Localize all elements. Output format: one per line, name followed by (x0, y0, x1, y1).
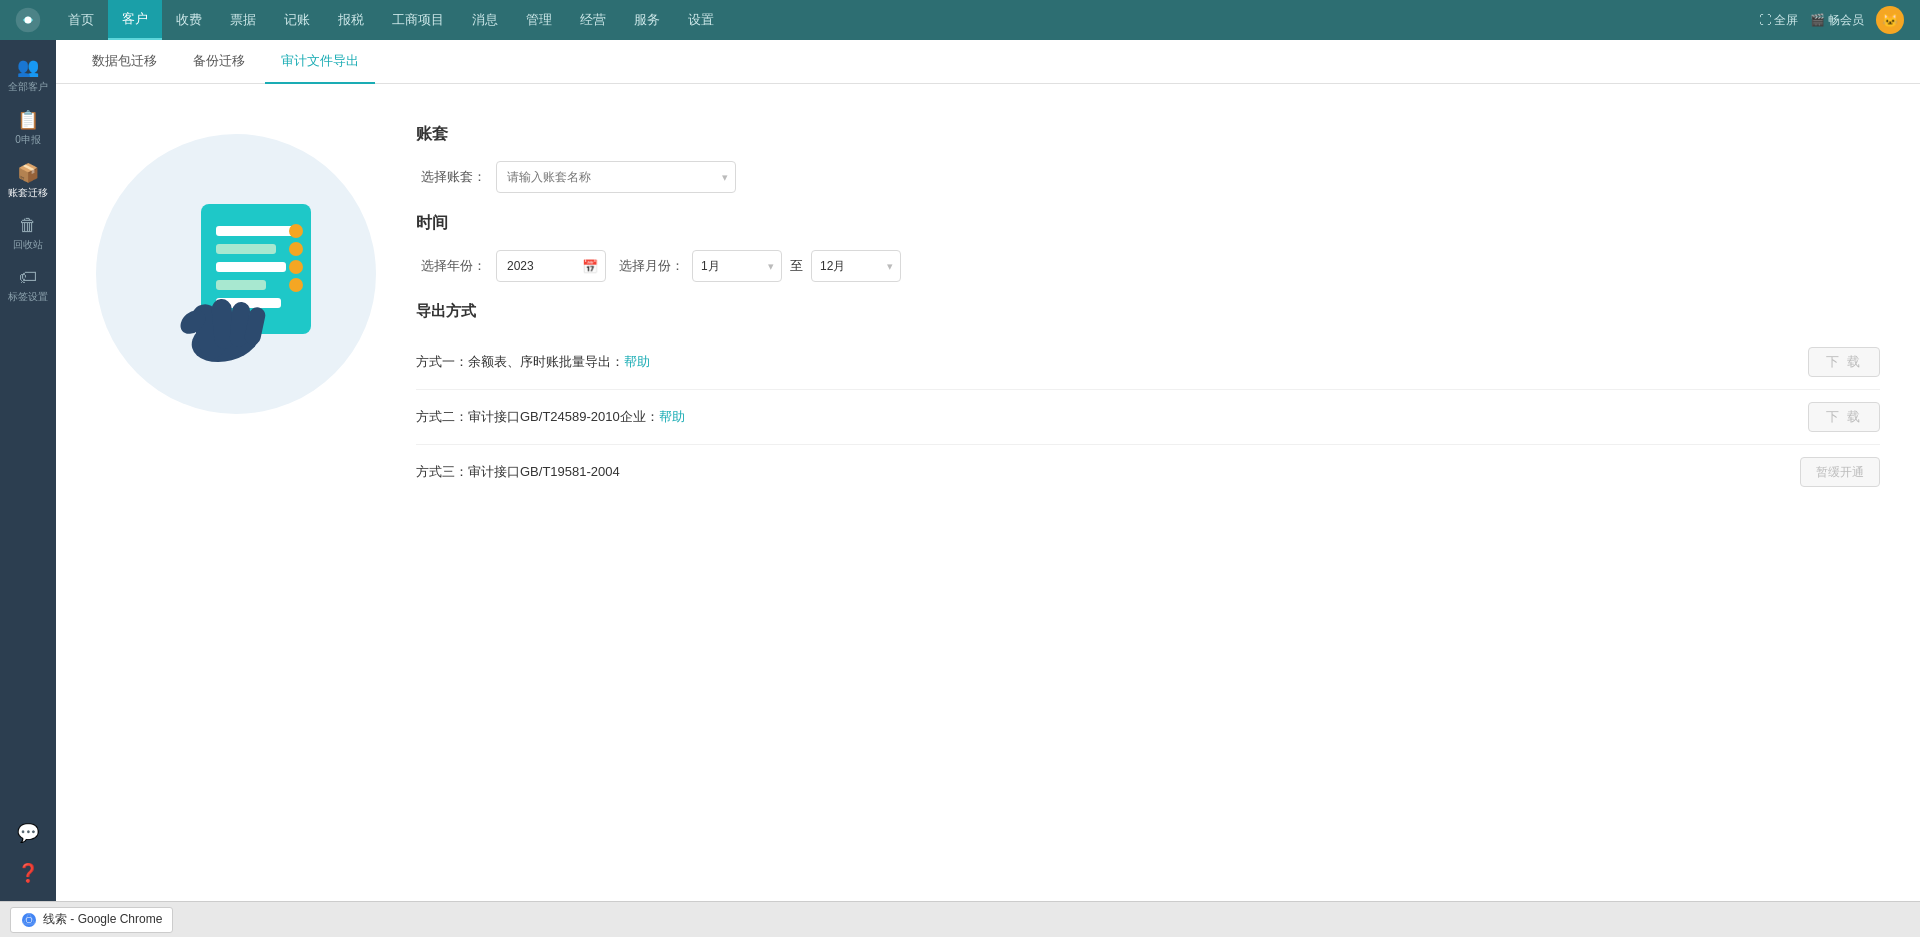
svg-point-20 (27, 917, 32, 922)
month-start-label: 选择月份： (614, 257, 684, 275)
account-select-input[interactable] (496, 161, 736, 193)
sidebar-help-icon[interactable]: ❓ (12, 857, 44, 889)
account-migration-label: 账套迁移 (8, 187, 48, 199)
fullscreen-button[interactable]: ⛶ 全屏 (1759, 12, 1798, 29)
member-button[interactable]: 🎬 畅会员 (1810, 12, 1864, 29)
tab-bar: 数据包迁移备份迁移审计文件导出 (56, 40, 1920, 84)
nav-item-management[interactable]: 管理 (512, 0, 566, 40)
download-button-2[interactable]: 下 载 (1808, 402, 1880, 432)
export-method-text-2: 方式二：审计接口GB/T24589-2010企业：帮助 (416, 408, 685, 426)
sidebar-item-all-clients[interactable]: 👥 全部客户 (0, 48, 56, 101)
sidebar-messages-icon[interactable]: 💬 (12, 817, 44, 849)
export-method-help-link-1[interactable]: 帮助 (624, 354, 650, 369)
svg-point-9 (289, 242, 303, 256)
page-content: 账套 选择账套： ▾ 时间 选择年份： 📅 (56, 84, 1920, 901)
illustration-circle (96, 134, 376, 414)
all-clients-label: 全部客户 (8, 81, 48, 93)
recycle-icon: 🗑 (19, 215, 37, 236)
year-input-wrapper: 📅 (496, 250, 606, 282)
time-row: 📅 选择月份： 1月2月3月4月 5月6月7月8月 9月10月11月12月 ▾ … (496, 250, 901, 282)
nav-items: 首页客户收费票据记账报税工商项目消息管理经营服务设置 (54, 0, 1759, 40)
svg-point-10 (289, 260, 303, 274)
svg-rect-5 (216, 262, 286, 272)
tab-audit-export[interactable]: 审计文件导出 (265, 40, 375, 84)
month-start-select[interactable]: 1月2月3月4月 5月6月7月8月 9月10月11月12月 (692, 250, 782, 282)
export-method-text-1: 方式一：余额表、序时账批量导出：帮助 (416, 353, 650, 371)
sidebar-item-zero-declaration[interactable]: 📋 0申报 (0, 101, 56, 154)
year-input[interactable] (496, 250, 606, 282)
account-section-title: 账套 (416, 124, 1880, 145)
sidebar-item-account-migration[interactable]: 📦 账套迁移 (0, 154, 56, 207)
nav-item-home[interactable]: 首页 (54, 0, 108, 40)
member-label: 畅会员 (1828, 12, 1864, 29)
export-method-row-3: 方式三：审计接口GB/T19581-2004 暂缓开通 (416, 445, 1880, 499)
nav-item-bookkeeping[interactable]: 记账 (270, 0, 324, 40)
export-section-title: 导出方式 (416, 302, 1880, 321)
nav-item-operations[interactable]: 经营 (566, 0, 620, 40)
sidebar-item-recycle[interactable]: 🗑 回收站 (0, 207, 56, 259)
member-icon: 🎬 (1810, 13, 1825, 27)
nav-item-fees[interactable]: 收费 (162, 0, 216, 40)
account-form-row: 选择账套： ▾ (416, 161, 1880, 193)
illustration-area (96, 114, 376, 871)
svg-rect-3 (216, 226, 296, 236)
year-label: 选择年份： (416, 257, 486, 275)
month-start-select-wrapper: 1月2月3月4月 5月6月7月8月 9月10月11月12月 ▾ (692, 250, 782, 282)
account-select-wrapper: ▾ (496, 161, 736, 193)
svg-rect-4 (216, 244, 276, 254)
main-layout: 👥 全部客户 📋 0申报 📦 账套迁移 🗑 回收站 🏷 标签设置 💬 ❓ 数据包迁移备份迁移审计文… (0, 40, 1920, 901)
month-end-select-wrapper: 1月2月3月4月 5月6月7月8月 9月10月11月 12月 ▾ (811, 250, 901, 282)
taskbar: 线索 - Google Chrome (0, 901, 1920, 937)
fullscreen-label: 全屏 (1774, 12, 1798, 29)
export-methods-container: 方式一：余额表、序时账批量导出：帮助下 载方式二：审计接口GB/T24589-2… (416, 335, 1880, 499)
nav-right: ⛶ 全屏 🎬 畅会员 🐱 (1759, 6, 1920, 34)
open-button-3[interactable]: 暂缓开通 (1800, 457, 1880, 487)
chrome-taskbar-btn[interactable]: 线索 - Google Chrome (10, 907, 173, 933)
sidebar-bottom: 💬 ❓ (12, 817, 44, 901)
account-migration-icon: 📦 (17, 162, 39, 184)
avatar[interactable]: 🐱 (1876, 6, 1904, 34)
sidebar-item-tag-settings[interactable]: 🏷 标签设置 (0, 259, 56, 311)
svg-point-8 (289, 224, 303, 238)
nav-item-messages[interactable]: 消息 (458, 0, 512, 40)
export-method-row-1: 方式一：余额表、序时账批量导出：帮助 下 载 (416, 335, 1880, 390)
month-end-select[interactable]: 1月2月3月4月 5月6月7月8月 9月10月11月 12月 (811, 250, 901, 282)
export-method-text-3: 方式三：审计接口GB/T19581-2004 (416, 463, 620, 481)
download-button-1[interactable]: 下 载 (1808, 347, 1880, 377)
form-area: 账套 选择账套： ▾ 时间 选择年份： 📅 (416, 114, 1880, 871)
zero-declaration-icon: 📋 (17, 109, 39, 131)
nav-item-invoices[interactable]: 票据 (216, 0, 270, 40)
app-logo (10, 2, 46, 38)
all-clients-icon: 👥 (17, 56, 39, 78)
nav-item-clients[interactable]: 客户 (108, 0, 162, 40)
tab-backup-migration[interactable]: 备份迁移 (177, 40, 261, 84)
fullscreen-icon: ⛶ (1759, 13, 1771, 27)
svg-rect-6 (216, 280, 266, 290)
export-method-row-2: 方式二：审计接口GB/T24589-2010企业：帮助 下 载 (416, 390, 1880, 445)
time-section-title: 时间 (416, 213, 1880, 234)
sidebar: 👥 全部客户 📋 0申报 📦 账套迁移 🗑 回收站 🏷 标签设置 💬 ❓ (0, 40, 56, 901)
content-area: 数据包迁移备份迁移审计文件导出 (56, 40, 1920, 901)
top-nav: 首页客户收费票据记账报税工商项目消息管理经营服务设置 ⛶ 全屏 🎬 畅会员 🐱 (0, 0, 1920, 40)
chrome-icon (21, 912, 37, 928)
time-form-row: 选择年份： 📅 选择月份： 1月2月3月4月 5月6月7月8月 9月10月11月… (416, 250, 1880, 282)
zero-declaration-label: 0申报 (15, 134, 41, 146)
tab-data-migration[interactable]: 数据包迁移 (76, 40, 173, 84)
tag-settings-label: 标签设置 (8, 291, 48, 303)
account-select-label: 选择账套： (416, 168, 486, 186)
nav-item-services[interactable]: 服务 (620, 0, 674, 40)
tag-settings-icon: 🏷 (19, 267, 37, 288)
chrome-taskbar-label: 线索 - Google Chrome (43, 911, 162, 928)
nav-item-business[interactable]: 工商项目 (378, 0, 458, 40)
recycle-label: 回收站 (13, 239, 43, 251)
nav-item-settings[interactable]: 设置 (674, 0, 728, 40)
svg-point-1 (25, 17, 32, 24)
nav-item-tax[interactable]: 报税 (324, 0, 378, 40)
svg-point-11 (289, 278, 303, 292)
to-text: 至 (790, 257, 803, 275)
export-method-help-link-2[interactable]: 帮助 (659, 409, 685, 424)
